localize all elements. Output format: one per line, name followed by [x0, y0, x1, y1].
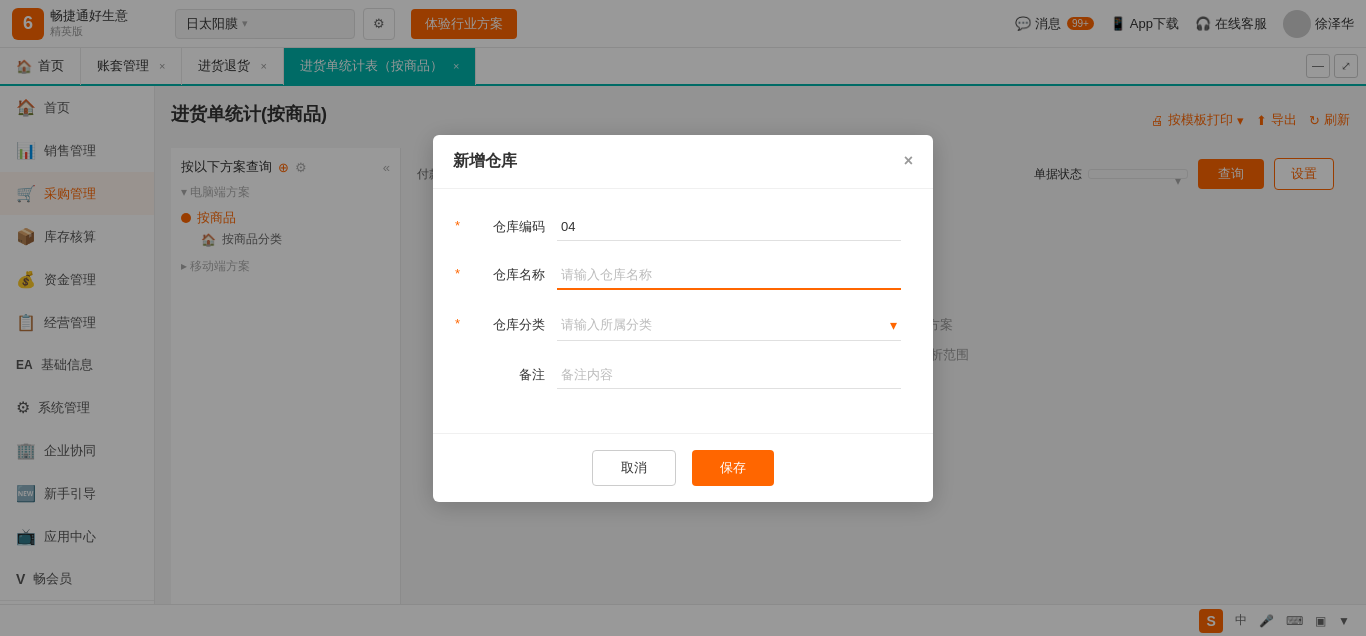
code-form-row: 仓库编码 [465, 213, 901, 241]
note-label: 备注 [465, 366, 545, 384]
cancel-button[interactable]: 取消 [592, 450, 676, 486]
category-form-row: 仓库分类 请输入所属分类 ▾ [465, 310, 901, 341]
note-form-row: 备注 [465, 361, 901, 389]
dialog-header: 新增仓库 × [433, 135, 933, 189]
category-select[interactable]: 请输入所属分类 ▾ [557, 310, 901, 341]
name-form-row: 仓库名称 [465, 261, 901, 290]
save-button[interactable]: 保存 [692, 450, 774, 486]
category-placeholder: 请输入所属分类 [561, 316, 652, 334]
category-dropdown-icon: ▾ [890, 317, 897, 333]
category-label: 仓库分类 [465, 316, 545, 334]
note-input[interactable] [557, 361, 901, 389]
dialog-close-button[interactable]: × [904, 153, 913, 169]
dialog-title: 新增仓库 [453, 151, 517, 172]
dialog-body: 仓库编码 仓库名称 仓库分类 请输入所属分类 ▾ 备注 [433, 189, 933, 433]
dialog-footer: 取消 保存 [433, 433, 933, 502]
name-input[interactable] [557, 261, 901, 290]
code-label: 仓库编码 [465, 218, 545, 236]
name-label: 仓库名称 [465, 266, 545, 284]
new-warehouse-dialog: 新增仓库 × 仓库编码 仓库名称 仓库分类 请输入所属分类 ▾ [433, 135, 933, 502]
modal-overlay[interactable]: 新增仓库 × 仓库编码 仓库名称 仓库分类 请输入所属分类 ▾ [0, 0, 1366, 636]
code-input[interactable] [557, 213, 901, 241]
